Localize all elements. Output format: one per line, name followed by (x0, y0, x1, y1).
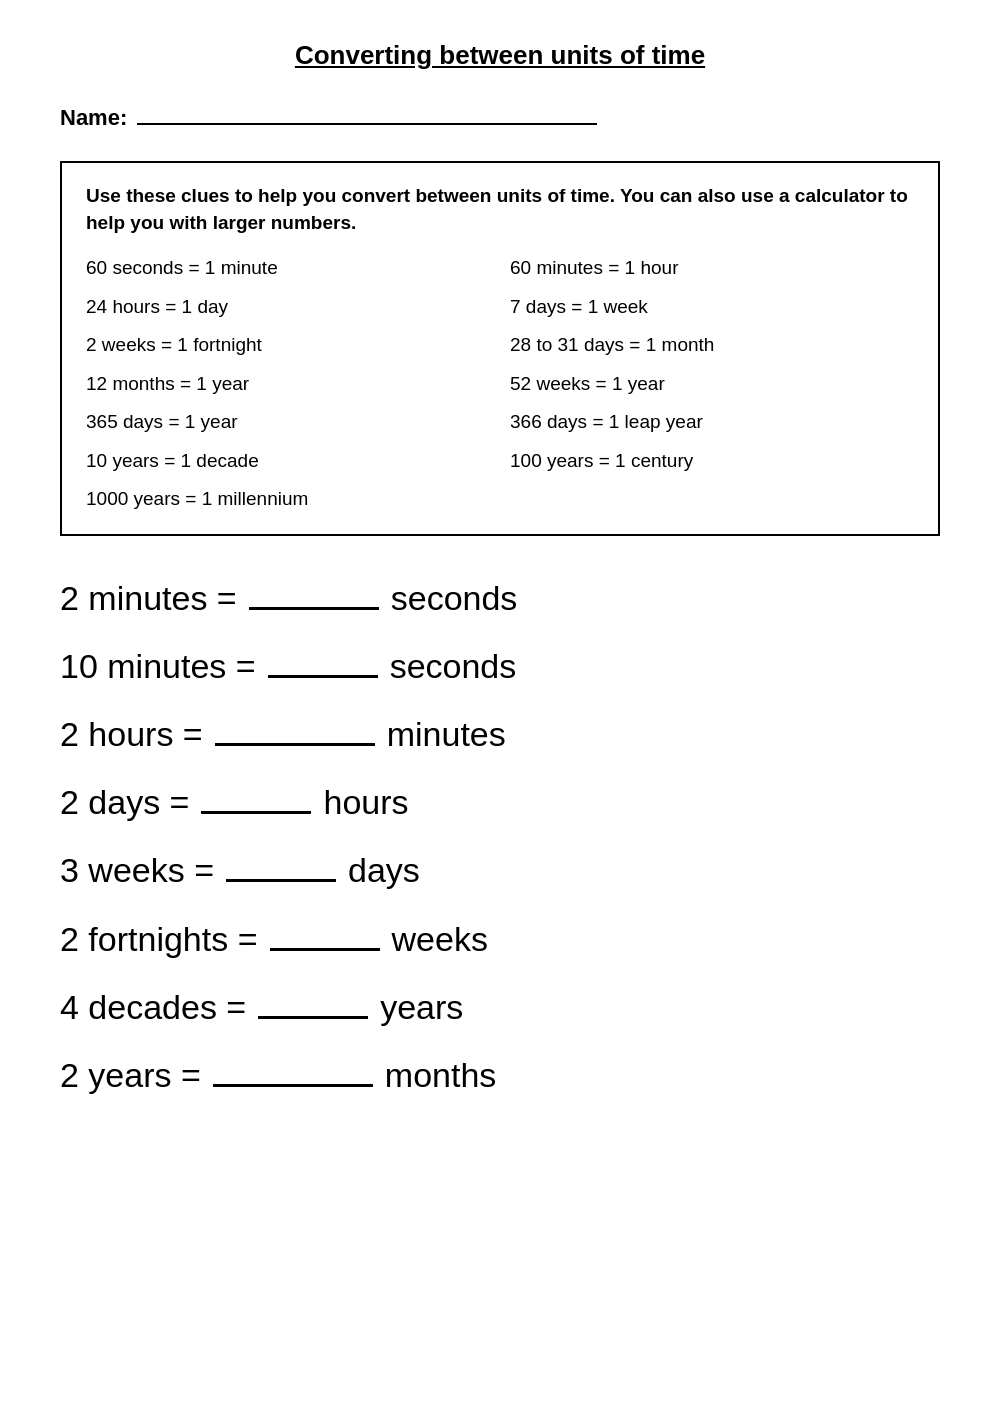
clues-grid: 60 seconds = 1 minute 60 minutes = 1 hou… (86, 254, 914, 514)
q-answer-blank[interactable] (215, 714, 375, 746)
clue-item: 2 weeks = 1 fortnight (86, 331, 490, 360)
q-suffix: weeks (392, 917, 488, 961)
name-input-line (137, 101, 597, 125)
question-row-8: 2 years = months (60, 1053, 940, 1097)
question-row-4: 2 days = hours (60, 780, 940, 824)
clue-item: 24 hours = 1 day (86, 293, 490, 322)
q-answer-blank[interactable] (249, 578, 379, 610)
clue-item: 1000 years = 1 millennium (86, 485, 914, 514)
clue-item: 12 months = 1 year (86, 370, 490, 399)
q-prefix: 2 hours = (60, 712, 203, 756)
q-suffix: years (380, 985, 463, 1029)
q-suffix: minutes (387, 712, 506, 756)
questions-section: 2 minutes = seconds 10 minutes = seconds… (60, 576, 940, 1098)
q-prefix: 2 fortnights = (60, 917, 258, 961)
q-answer-blank[interactable] (270, 919, 380, 951)
clue-item: 60 minutes = 1 hour (510, 254, 914, 283)
q-answer-blank[interactable] (213, 1055, 373, 1087)
q-prefix: 2 years = (60, 1053, 201, 1097)
clue-item: 10 years = 1 decade (86, 447, 490, 476)
clue-item: 365 days = 1 year (86, 408, 490, 437)
q-prefix: 3 weeks = (60, 848, 214, 892)
clue-item: 7 days = 1 week (510, 293, 914, 322)
clue-item: 366 days = 1 leap year (510, 408, 914, 437)
question-row-3: 2 hours = minutes (60, 712, 940, 756)
question-row-2: 10 minutes = seconds (60, 644, 940, 688)
q-suffix: months (385, 1053, 497, 1097)
q-answer-blank[interactable] (201, 782, 311, 814)
q-prefix: 2 minutes = (60, 576, 237, 620)
question-row-1: 2 minutes = seconds (60, 576, 940, 620)
clues-box: Use these clues to help you convert betw… (60, 161, 940, 536)
question-row-5: 3 weeks = days (60, 848, 940, 892)
q-prefix: 4 decades = (60, 985, 246, 1029)
q-suffix: seconds (390, 644, 517, 688)
q-answer-blank[interactable] (226, 850, 336, 882)
q-prefix: 10 minutes = (60, 644, 256, 688)
q-answer-blank[interactable] (268, 646, 378, 678)
question-row-7: 4 decades = years (60, 985, 940, 1029)
q-prefix: 2 days = (60, 780, 189, 824)
page-title: Converting between units of time (60, 40, 940, 71)
name-label: Name: (60, 105, 127, 131)
clue-item: 52 weeks = 1 year (510, 370, 914, 399)
clue-item: 28 to 31 days = 1 month (510, 331, 914, 360)
q-suffix: seconds (391, 576, 518, 620)
q-suffix: days (348, 848, 420, 892)
q-suffix: hours (323, 780, 408, 824)
clue-item: 60 seconds = 1 minute (86, 254, 490, 283)
clues-intro: Use these clues to help you convert betw… (86, 183, 914, 236)
question-row-6: 2 fortnights = weeks (60, 917, 940, 961)
clue-item: 100 years = 1 century (510, 447, 914, 476)
q-answer-blank[interactable] (258, 987, 368, 1019)
